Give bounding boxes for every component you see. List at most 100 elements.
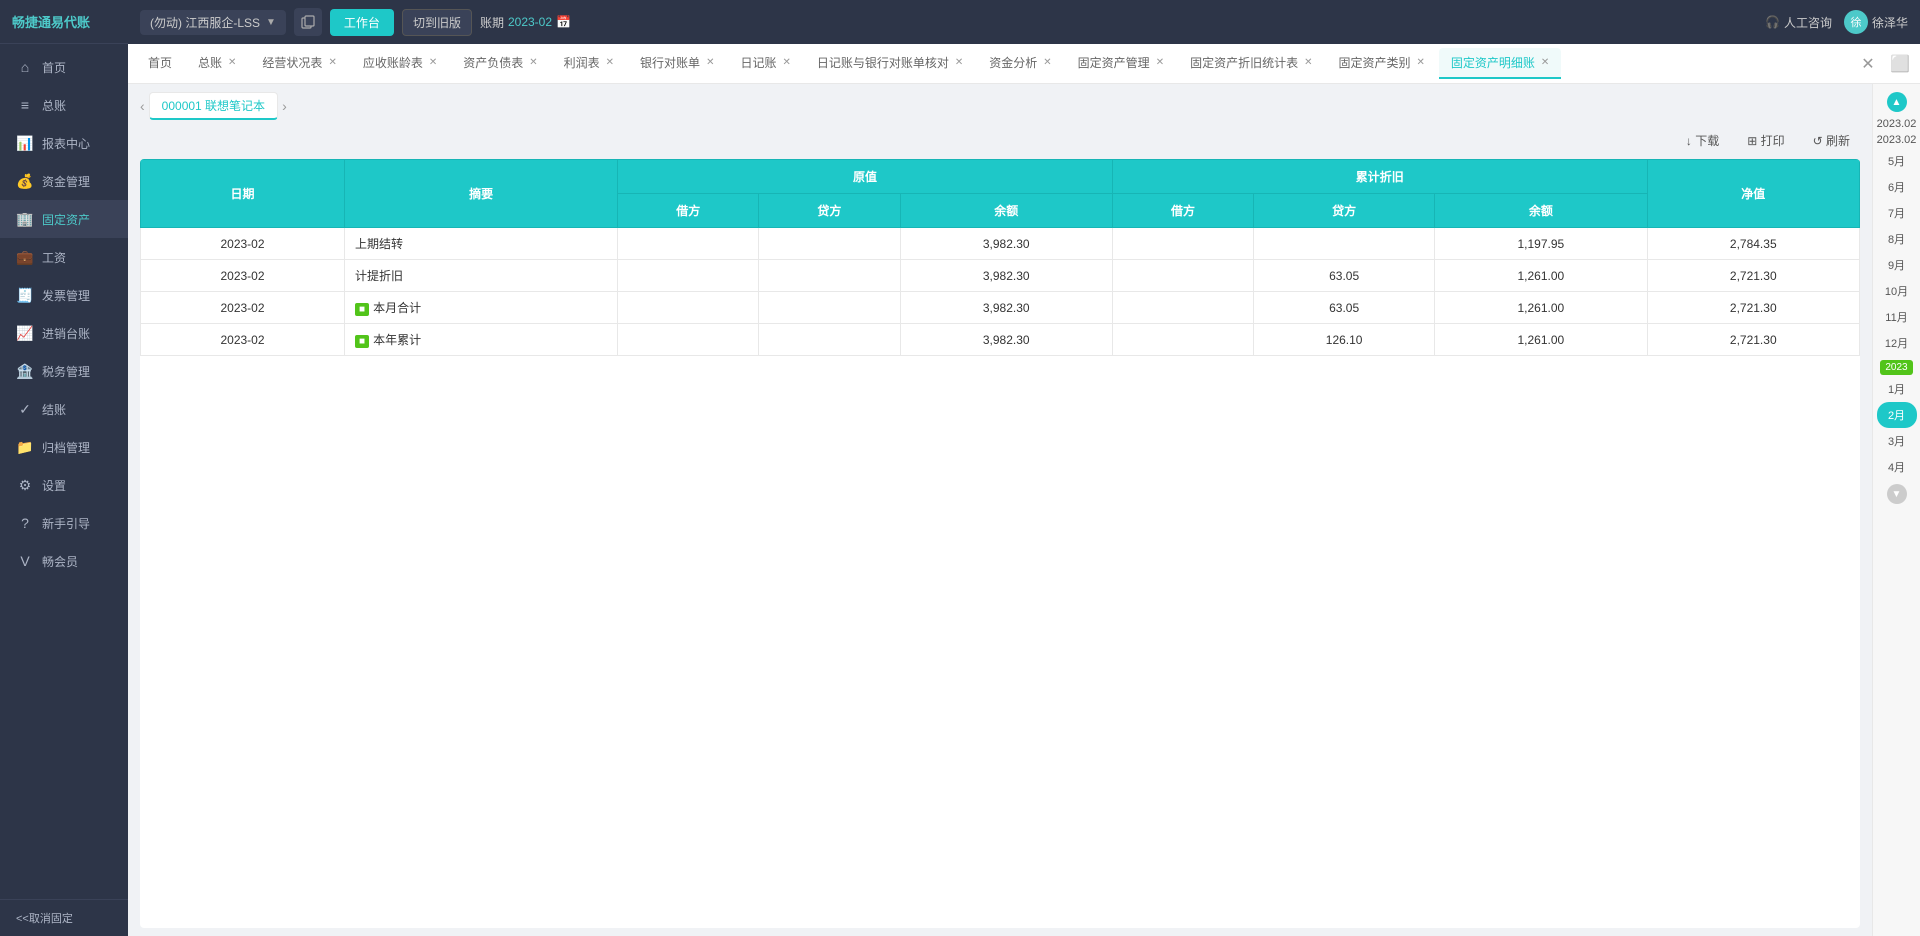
panel-month-9[interactable]: 9月 <box>1877 252 1917 278</box>
tab-fund-analysis[interactable]: 资金分析 ✕ <box>977 48 1063 79</box>
switch-button[interactable]: 切到旧版 <box>402 9 472 36</box>
tabbar-right: ✕ ⬜ <box>1856 52 1912 76</box>
tab-close-receivables[interactable]: ✕ <box>429 57 437 68</box>
tab-close-reconcile[interactable]: ✕ <box>955 57 963 68</box>
sidebar-item-archive[interactable]: 📁 归档管理 <box>0 428 128 466</box>
fixed-assets-icon: 🏢 <box>16 210 34 228</box>
tab-close-fa-depreciation[interactable]: ✕ <box>1304 57 1312 68</box>
table-row: 2023-02 ■本月合计 3,982.30 63.05 1,261.00 2,… <box>141 292 1860 324</box>
tab-fa-detail[interactable]: 固定资产明细账 ✕ <box>1439 48 1561 79</box>
sidebar-item-ledger[interactable]: ≡ 总账 <box>0 86 128 124</box>
company-selector[interactable]: (勿动) 江西服企-LSS ▼ <box>140 10 286 35</box>
panel-month-10[interactable]: 10月 <box>1877 278 1917 304</box>
th-original-balance: 余额 <box>900 194 1112 228</box>
sidebar-item-label: 报表中心 <box>42 135 90 152</box>
th-original-value: 原值 <box>618 160 1113 194</box>
cell-orig-debit <box>618 292 759 324</box>
sidebar-item-sales[interactable]: 📈 进销台账 <box>0 314 128 352</box>
sidebar-item-member[interactable]: V 畅会员 <box>0 542 128 580</box>
workbench-button[interactable]: 工作台 <box>330 9 394 36</box>
sidebar-item-invoice[interactable]: 🧾 发票管理 <box>0 276 128 314</box>
tab-fa-mgmt[interactable]: 固定资产管理 ✕ <box>1066 48 1176 79</box>
tab-journal[interactable]: 日记账 ✕ <box>728 48 802 79</box>
panel-month-8[interactable]: 8月 <box>1877 226 1917 252</box>
cell-date: 2023-02 <box>141 292 345 324</box>
copy-button[interactable] <box>294 8 322 36</box>
sidebar-item-home[interactable]: ⌂ 首页 <box>0 48 128 86</box>
funds-icon: 💰 <box>16 172 34 190</box>
panel-month-3[interactable]: 3月 <box>1877 428 1917 454</box>
tab-receivables[interactable]: 应收账龄表 ✕ <box>351 48 449 79</box>
tab-fa-depreciation[interactable]: 固定资产折旧统计表 ✕ <box>1178 48 1324 79</box>
sidebar: 畅捷通易代账 ⌂ 首页 ≡ 总账 📊 报表中心 💰 资金管理 🏢 固定资产 💼 … <box>0 0 128 936</box>
tab-close-journal[interactable]: ✕ <box>782 57 790 68</box>
panel-down-arrow[interactable]: ▼ <box>1887 484 1907 504</box>
panel-month-11[interactable]: 11月 <box>1877 304 1917 330</box>
cell-orig-debit <box>618 324 759 356</box>
tab-profit[interactable]: 利润表 ✕ <box>552 48 626 79</box>
tab-fa-category[interactable]: 固定资产类别 ✕ <box>1326 48 1436 79</box>
tag-green: ■ <box>355 335 369 348</box>
tab-close-fa-detail[interactable]: ✕ <box>1541 57 1549 68</box>
tab-close-ledger[interactable]: ✕ <box>228 57 236 68</box>
tab-close-balance[interactable]: ✕ <box>529 57 537 68</box>
print-button[interactable]: ⊞ 打印 <box>1737 128 1794 153</box>
cell-orig-debit <box>618 260 759 292</box>
panel-month-12[interactable]: 12月 <box>1877 330 1917 356</box>
breadcrumb-next[interactable]: › <box>282 98 287 114</box>
sidebar-item-settings[interactable]: ⚙ 设置 <box>0 466 128 504</box>
sidebar-item-reports[interactable]: 📊 报表中心 <box>0 124 128 162</box>
panel-month-7[interactable]: 7月 <box>1877 200 1917 226</box>
tab-close-fa-category[interactable]: ✕ <box>1417 57 1425 68</box>
panel-month-4[interactable]: 4月 <box>1877 454 1917 480</box>
panel-arrows: ▲ <box>1887 88 1907 116</box>
cell-orig-balance: 3,982.30 <box>900 292 1112 324</box>
user-menu[interactable]: 徐 徐泽华 <box>1844 10 1908 34</box>
tab-operations[interactable]: 经营状况表 ✕ <box>250 48 348 79</box>
tab-ledger[interactable]: 总账 ✕ <box>186 48 248 79</box>
breadcrumb-item[interactable]: 000001 联想笔记本 <box>149 92 278 120</box>
tab-close-profit[interactable]: ✕ <box>606 57 614 68</box>
download-button[interactable]: ↓ 下载 <box>1676 128 1729 153</box>
cell-accum-credit: 126.10 <box>1254 324 1435 356</box>
cell-accum-debit <box>1112 228 1253 260</box>
tab-bank[interactable]: 银行对账单 ✕ <box>628 48 726 79</box>
sidebar-collapse[interactable]: <<取消固定 <box>0 899 128 936</box>
cell-accum-balance: 1,261.00 <box>1435 324 1647 356</box>
tab-menu-button[interactable]: ⬜ <box>1888 52 1912 76</box>
panel-date-2: 2023.02 <box>1875 132 1919 148</box>
breadcrumb-prev[interactable]: ‹ <box>140 98 145 114</box>
tab-reconcile[interactable]: 日记账与银行对账单核对 ✕ <box>805 48 975 79</box>
cell-orig-debit <box>618 228 759 260</box>
cell-orig-credit <box>759 324 900 356</box>
company-name: (勿动) 江西服企-LSS <box>150 14 260 31</box>
cell-summary: 上期结转 <box>345 228 618 260</box>
payroll-icon: 💼 <box>16 248 34 266</box>
sidebar-item-funds[interactable]: 💰 资金管理 <box>0 162 128 200</box>
panel-up-arrow[interactable]: ▲ <box>1887 92 1907 112</box>
cell-orig-credit <box>759 292 900 324</box>
tab-close-bank[interactable]: ✕ <box>706 57 714 68</box>
tab-close-fund-analysis[interactable]: ✕ <box>1043 57 1051 68</box>
panel-date-1: 2023.02 <box>1875 116 1919 132</box>
breadcrumb: ‹ 000001 联想笔记本 › <box>140 92 1860 120</box>
refresh-button[interactable]: ↺ 刷新 <box>1803 128 1860 153</box>
sidebar-item-tax[interactable]: 🏦 税务管理 <box>0 352 128 390</box>
sidebar-item-guide[interactable]: ? 新手引导 <box>0 504 128 542</box>
sidebar-item-fixed-assets[interactable]: 🏢 固定资产 <box>0 200 128 238</box>
sales-icon: 📈 <box>16 324 34 342</box>
sidebar-item-payroll[interactable]: 💼 工资 <box>0 238 128 276</box>
tab-balance[interactable]: 资产负债表 ✕ <box>451 48 549 79</box>
close-all-button[interactable]: ✕ <box>1856 52 1880 76</box>
panel-month-5[interactable]: 5月 <box>1877 148 1917 174</box>
company-dropdown-icon: ▼ <box>266 17 276 28</box>
service-link[interactable]: 🎧 人工咨询 <box>1765 14 1832 31</box>
panel-month-2[interactable]: 2月 <box>1877 402 1917 428</box>
sidebar-item-settlement[interactable]: ✓ 结账 <box>0 390 128 428</box>
tab-home[interactable]: 首页 <box>136 48 184 79</box>
panel-month-1[interactable]: 1月 <box>1877 376 1917 402</box>
tab-close-fa-mgmt[interactable]: ✕ <box>1156 57 1164 68</box>
tab-close-operations[interactable]: ✕ <box>328 57 336 68</box>
panel-month-6[interactable]: 6月 <box>1877 174 1917 200</box>
cell-orig-balance: 3,982.30 <box>900 324 1112 356</box>
